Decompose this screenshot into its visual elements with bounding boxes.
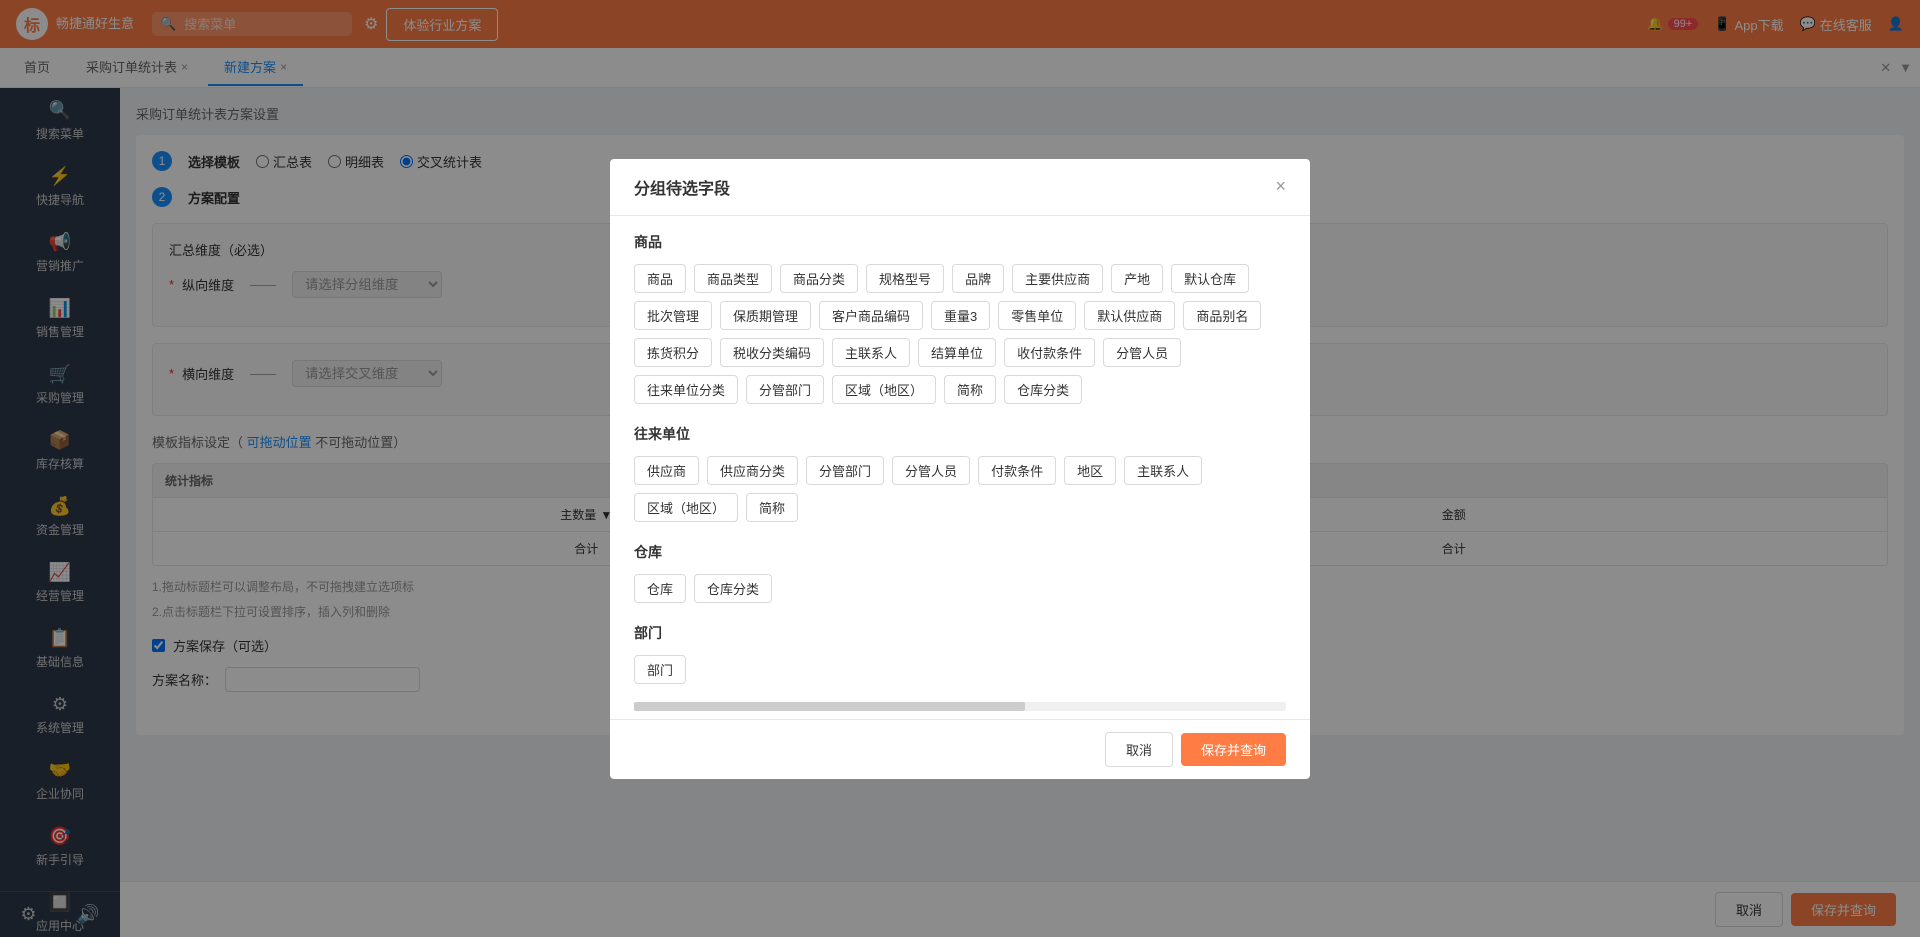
field-section: 部门部门 <box>634 623 1286 684</box>
field-tag[interactable]: 分管部门 <box>746 375 824 404</box>
field-tag[interactable]: 商品别名 <box>1183 301 1261 330</box>
field-tag[interactable]: 产地 <box>1111 264 1163 293</box>
field-section: 商品商品商品类型商品分类规格型号品牌主要供应商产地默认仓库批次管理保质期管理客户… <box>634 232 1286 404</box>
field-tag[interactable]: 分管人员 <box>892 456 970 485</box>
modal-title: 分组待选字段 <box>634 175 730 199</box>
field-tag[interactable]: 供应商分类 <box>707 456 798 485</box>
modal-overlay: 分组待选字段 × 商品商品商品类型商品分类规格型号品牌主要供应商产地默认仓库批次… <box>0 0 1920 937</box>
field-tag[interactable]: 结算单位 <box>918 338 996 367</box>
field-tag[interactable]: 保质期管理 <box>720 301 811 330</box>
field-tag[interactable]: 付款条件 <box>978 456 1056 485</box>
modal-save-button[interactable]: 保存并查询 <box>1181 733 1286 766</box>
field-tag[interactable]: 商品类型 <box>694 264 772 293</box>
modal-scrollbar-thumb <box>634 702 1025 711</box>
field-tag[interactable]: 仓库 <box>634 574 686 603</box>
field-tag[interactable]: 仓库分类 <box>1004 375 1082 404</box>
field-tag[interactable]: 商品 <box>634 264 686 293</box>
field-tag[interactable]: 分管部门 <box>806 456 884 485</box>
modal-cancel-button[interactable]: 取消 <box>1105 732 1173 767</box>
field-tag[interactable]: 主联系人 <box>1124 456 1202 485</box>
field-grid: 供应商供应商分类分管部门分管人员付款条件地区主联系人区域（地区） 简称 <box>634 456 1286 522</box>
field-tag[interactable]: 批次管理 <box>634 301 712 330</box>
field-tag[interactable]: 默认供应商 <box>1084 301 1175 330</box>
field-grid: 仓库仓库分类 <box>634 574 1286 603</box>
field-tag[interactable]: 规格型号 <box>866 264 944 293</box>
field-grid: 部门 <box>634 655 1286 684</box>
field-tag[interactable]: 商品分类 <box>780 264 858 293</box>
field-tag[interactable]: 主联系人 <box>832 338 910 367</box>
field-tag[interactable]: 地区 <box>1064 456 1116 485</box>
field-tag[interactable]: 零售单位 <box>998 301 1076 330</box>
field-section-title: 往来单位 <box>634 424 1286 444</box>
field-tag[interactable]: 拣货积分 <box>634 338 712 367</box>
field-tag[interactable]: 供应商 <box>634 456 699 485</box>
field-tag[interactable]: 品牌 <box>952 264 1004 293</box>
field-tag[interactable]: 客户商品编码 <box>819 301 923 330</box>
field-grid: 商品商品类型商品分类规格型号品牌主要供应商产地默认仓库批次管理保质期管理客户商品… <box>634 264 1286 404</box>
modal-footer: 取消 保存并查询 <box>610 719 1310 779</box>
field-tag[interactable]: 简称 <box>746 493 798 522</box>
modal: 分组待选字段 × 商品商品商品类型商品分类规格型号品牌主要供应商产地默认仓库批次… <box>610 159 1310 779</box>
field-section-title: 仓库 <box>634 542 1286 562</box>
field-section: 仓库仓库仓库分类 <box>634 542 1286 603</box>
modal-close-button[interactable]: × <box>1275 176 1286 197</box>
field-tag[interactable]: 税收分类编码 <box>720 338 824 367</box>
field-tag[interactable]: 往来单位分类 <box>634 375 738 404</box>
field-tag[interactable]: 主要供应商 <box>1012 264 1103 293</box>
field-section: 往来单位供应商供应商分类分管部门分管人员付款条件地区主联系人区域（地区） 简称 <box>634 424 1286 522</box>
field-tag[interactable]: 分管人员 <box>1103 338 1181 367</box>
modal-horizontal-scrollbar[interactable] <box>634 702 1286 711</box>
field-tag[interactable]: 简称 <box>944 375 996 404</box>
field-tag[interactable]: 重量3 <box>931 301 990 330</box>
modal-header: 分组待选字段 × <box>610 159 1310 216</box>
field-tag[interactable]: 默认仓库 <box>1171 264 1249 293</box>
field-section-title: 部门 <box>634 623 1286 643</box>
field-tag[interactable]: 仓库分类 <box>694 574 772 603</box>
field-tag[interactable]: 收付款条件 <box>1004 338 1095 367</box>
modal-body: 商品商品商品类型商品分类规格型号品牌主要供应商产地默认仓库批次管理保质期管理客户… <box>610 216 1310 702</box>
field-tag[interactable]: 区域（地区） <box>832 375 936 404</box>
field-tag[interactable]: 部门 <box>634 655 686 684</box>
field-section-title: 商品 <box>634 232 1286 252</box>
field-tag[interactable]: 区域（地区） <box>634 493 738 522</box>
